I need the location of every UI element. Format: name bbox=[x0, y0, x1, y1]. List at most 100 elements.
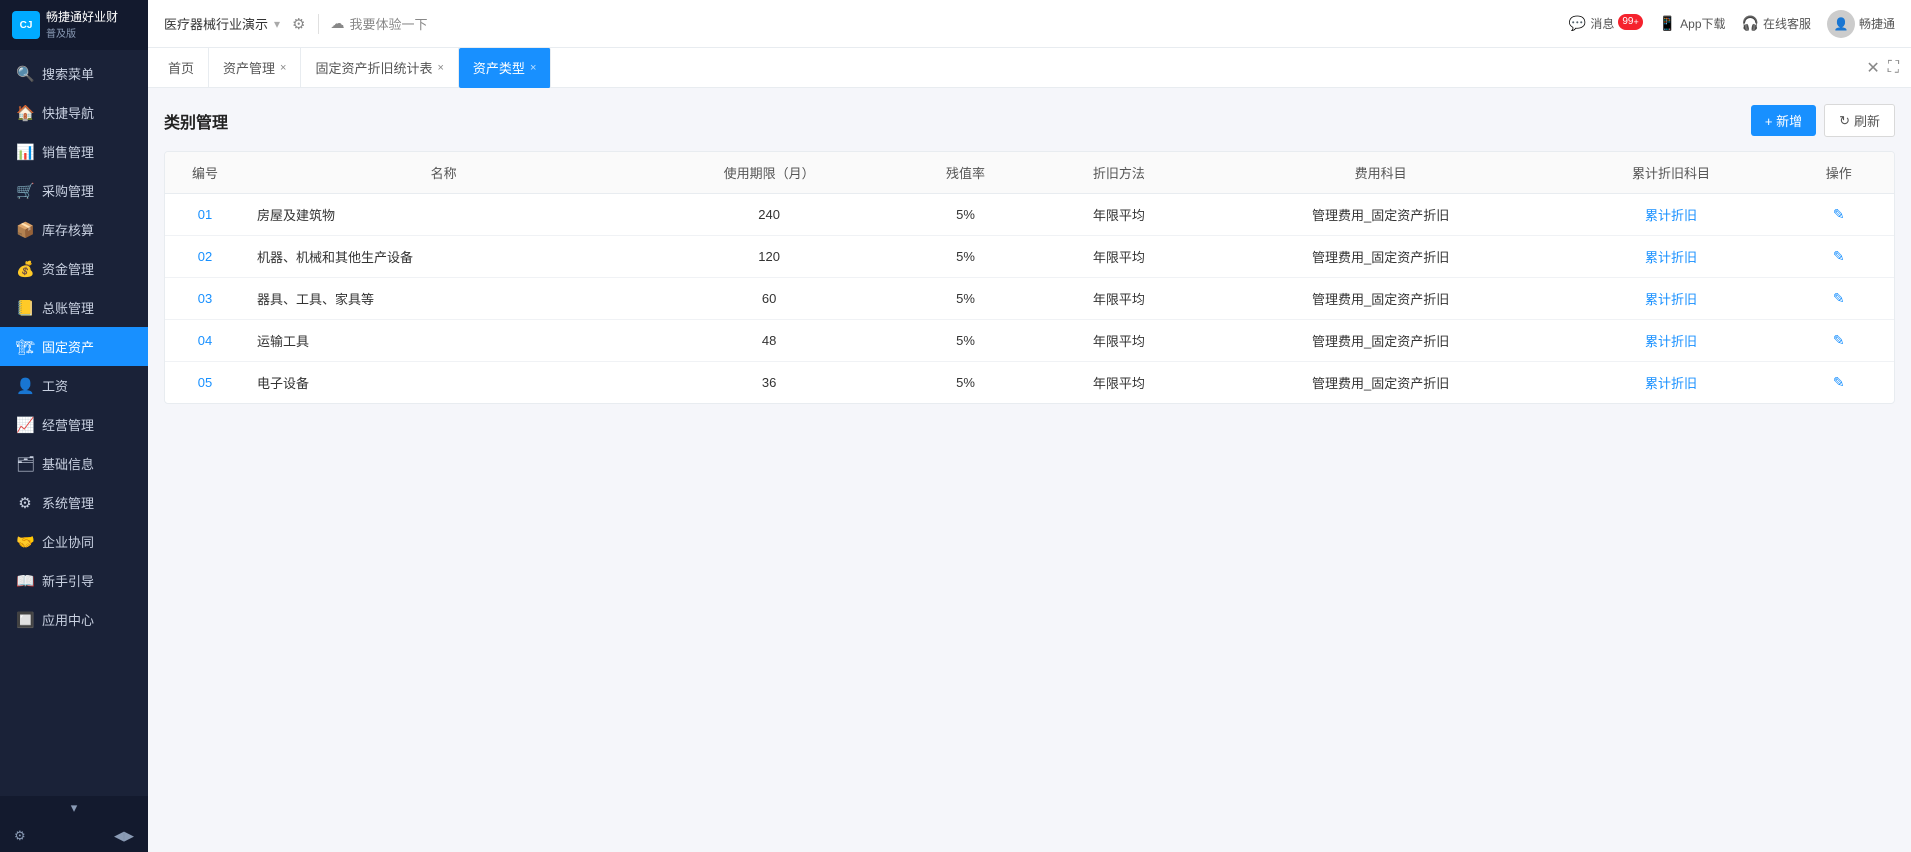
new-button[interactable]: + 新增 bbox=[1751, 105, 1816, 136]
sidebar-item-label: 工资 bbox=[42, 376, 68, 395]
collapse-icon[interactable]: ◀▶ bbox=[114, 828, 134, 844]
page-title: 类别管理 bbox=[164, 109, 228, 133]
tab-home-label: 首页 bbox=[168, 58, 194, 77]
cell-method: 年限平均 bbox=[1035, 362, 1203, 404]
messages-action[interactable]: 💬 消息 99+ bbox=[1569, 15, 1643, 32]
edit-icon[interactable]: ✎ bbox=[1833, 374, 1845, 390]
dropdown-icon: ▾ bbox=[274, 17, 280, 31]
messages-badge: 99+ bbox=[1618, 14, 1642, 30]
edit-icon[interactable]: ✎ bbox=[1833, 332, 1845, 348]
sidebar-item-payroll[interactable]: 👤工资 bbox=[0, 366, 148, 405]
table-header-row: 编号 名称 使用期限（月） 残值率 折旧方法 费用科目 累计折旧科目 操作 bbox=[165, 152, 1894, 194]
cell-residual: 5% bbox=[896, 278, 1035, 320]
topbar: 医疗器械行业演示 ▾ ⚙ ☁ 我要体验一下 💬 消息 99+ 📱 App下载 🎧 bbox=[148, 0, 1911, 48]
guide-icon: 📖 bbox=[16, 572, 34, 590]
edit-icon[interactable]: ✎ bbox=[1833, 248, 1845, 264]
tab-home[interactable]: 首页 bbox=[160, 48, 209, 88]
main-area: 医疗器械行业演示 ▾ ⚙ ☁ 我要体验一下 💬 消息 99+ 📱 App下载 🎧 bbox=[148, 0, 1911, 852]
settings-icon[interactable]: ⚙ bbox=[14, 828, 26, 844]
cell-action[interactable]: ✎ bbox=[1784, 236, 1894, 278]
capital-icon: 💰 bbox=[16, 260, 34, 278]
app-download-action[interactable]: 📱 App下载 bbox=[1659, 15, 1726, 32]
logo-subtitle: 普及版 bbox=[46, 25, 118, 40]
cell-residual: 5% bbox=[896, 362, 1035, 404]
headset-icon: 🎧 bbox=[1742, 15, 1759, 32]
cell-action[interactable]: ✎ bbox=[1784, 362, 1894, 404]
tabs-bar: 首页 资产管理 × 固定资产折旧统计表 × 资产类型 × ✕ ⛶ bbox=[148, 48, 1911, 88]
sidebar-item-system[interactable]: ⚙系统管理 bbox=[0, 483, 148, 522]
cell-residual: 5% bbox=[896, 194, 1035, 236]
content-area: 类别管理 + 新增 ↻ 刷新 编号 名称 使用期限（月） 残值率 折旧方法 bbox=[148, 88, 1911, 852]
edit-icon[interactable]: ✎ bbox=[1833, 206, 1845, 222]
cell-expense: 管理费用_固定资产折旧 bbox=[1203, 236, 1559, 278]
messages-label: 消息 bbox=[1590, 15, 1614, 32]
maximize-icon[interactable]: ⛶ bbox=[1888, 59, 1899, 77]
cell-id: 04 bbox=[165, 320, 245, 362]
cell-accum: 累计折旧 bbox=[1559, 194, 1784, 236]
system-icon: ⚙ bbox=[16, 494, 34, 512]
table-row: 05 电子设备 36 5% 年限平均 管理费用_固定资产折旧 累计折旧 ✎ bbox=[165, 362, 1894, 404]
tab-asset-type-close[interactable]: × bbox=[530, 62, 536, 74]
sidebar-item-operations[interactable]: 📈经营管理 bbox=[0, 405, 148, 444]
cell-action[interactable]: ✎ bbox=[1784, 194, 1894, 236]
module-settings-icon[interactable]: ⚙ bbox=[292, 15, 305, 33]
purchase-icon: 🛒 bbox=[16, 182, 34, 200]
sidebar-item-fixed-assets[interactable]: 🏗 固定资产 bbox=[0, 327, 148, 366]
cell-name: 机器、机械和其他生产设备 bbox=[245, 236, 642, 278]
edit-icon[interactable]: ✎ bbox=[1833, 290, 1845, 306]
online-service-action[interactable]: 🎧 在线客服 bbox=[1742, 15, 1811, 32]
tab-fixed-depreciation[interactable]: 固定资产折旧统计表 × bbox=[301, 48, 458, 88]
cell-method: 年限平均 bbox=[1035, 320, 1203, 362]
close-all-icon[interactable]: ✕ bbox=[1866, 58, 1879, 78]
tab-asset-type[interactable]: 资产类型 × bbox=[459, 48, 551, 88]
cell-name: 电子设备 bbox=[245, 362, 642, 404]
topbar-right: 💬 消息 99+ 📱 App下载 🎧 在线客服 👤 畅捷通 bbox=[1569, 10, 1895, 38]
refresh-icon: ↻ bbox=[1839, 113, 1850, 129]
cell-accum: 累计折旧 bbox=[1559, 362, 1784, 404]
sidebar-item-sales[interactable]: 📊销售管理 bbox=[0, 132, 148, 171]
table-row: 03 器具、工具、家具等 60 5% 年限平均 管理费用_固定资产折旧 累计折旧… bbox=[165, 278, 1894, 320]
topbar-divider bbox=[318, 14, 319, 34]
module-selector[interactable]: 医疗器械行业演示 ▾ bbox=[164, 14, 280, 33]
sidebar-scroll-down[interactable]: ▾ bbox=[0, 796, 148, 820]
fixed-assets-icon: 🏗 bbox=[16, 338, 34, 356]
sidebar-item-inventory[interactable]: 📦库存核算 bbox=[0, 210, 148, 249]
cell-period: 60 bbox=[642, 278, 896, 320]
sidebar-item-cooperation[interactable]: 🤝企业协同 bbox=[0, 522, 148, 561]
tab-asset-mgmt-close[interactable]: × bbox=[280, 62, 286, 74]
cell-accum: 累计折旧 bbox=[1559, 278, 1784, 320]
app-download-label: App下载 bbox=[1680, 15, 1725, 32]
sidebar-item-guide[interactable]: 📖 新手引导 bbox=[0, 561, 148, 600]
cell-period: 48 bbox=[642, 320, 896, 362]
sidebar-item-purchase[interactable]: 🛒 采购管理 bbox=[0, 171, 148, 210]
experience-button[interactable]: ☁ 我要体验一下 bbox=[331, 14, 428, 33]
refresh-button[interactable]: ↻ 刷新 bbox=[1824, 104, 1895, 137]
cell-id: 05 bbox=[165, 362, 245, 404]
sidebar-item-label: 资金管理 bbox=[42, 259, 94, 278]
search-icon: 🔍 bbox=[16, 65, 34, 83]
sidebar-item-ledger[interactable]: 📒总账管理 bbox=[0, 288, 148, 327]
sidebar-item-basic-info[interactable]: 🗂基础信息 bbox=[0, 444, 148, 483]
sidebar-item-app-center[interactable]: 🔲 应用中心 bbox=[0, 600, 148, 639]
sidebar-item-label: 采购管理 bbox=[42, 181, 94, 200]
cell-action[interactable]: ✎ bbox=[1784, 320, 1894, 362]
tab-asset-mgmt[interactable]: 资产管理 × bbox=[209, 48, 301, 88]
sidebar-item-search[interactable]: 🔍搜索菜单 bbox=[0, 54, 148, 93]
user-action[interactable]: 👤 畅捷通 bbox=[1827, 10, 1895, 38]
sidebar-item-capital[interactable]: 💰 资金管理 bbox=[0, 249, 148, 288]
app-center-icon: 🔲 bbox=[16, 611, 34, 629]
cell-expense: 管理费用_固定资产折旧 bbox=[1203, 362, 1559, 404]
sidebar-item-quick-nav[interactable]: 🏠快捷导航 bbox=[0, 93, 148, 132]
sidebar-item-label: 固定资产 bbox=[42, 337, 94, 356]
col-residual: 残值率 bbox=[896, 152, 1035, 194]
cell-expense: 管理费用_固定资产折旧 bbox=[1203, 320, 1559, 362]
phone-icon: 📱 bbox=[1659, 15, 1676, 32]
experience-text: 我要体验一下 bbox=[350, 14, 428, 33]
cell-accum: 累计折旧 bbox=[1559, 320, 1784, 362]
sidebar-item-label: 新手引导 bbox=[42, 571, 94, 590]
sidebar: CJ 畅捷通好业财 普及版 🔍搜索菜单🏠快捷导航📊销售管理🛒采购管理📦库存核算💰… bbox=[0, 0, 148, 852]
tab-fixed-depreciation-close[interactable]: × bbox=[437, 62, 443, 74]
sidebar-item-label: 应用中心 bbox=[42, 610, 94, 629]
cell-action[interactable]: ✎ bbox=[1784, 278, 1894, 320]
sidebar-item-label: 销售管理 bbox=[42, 142, 94, 161]
